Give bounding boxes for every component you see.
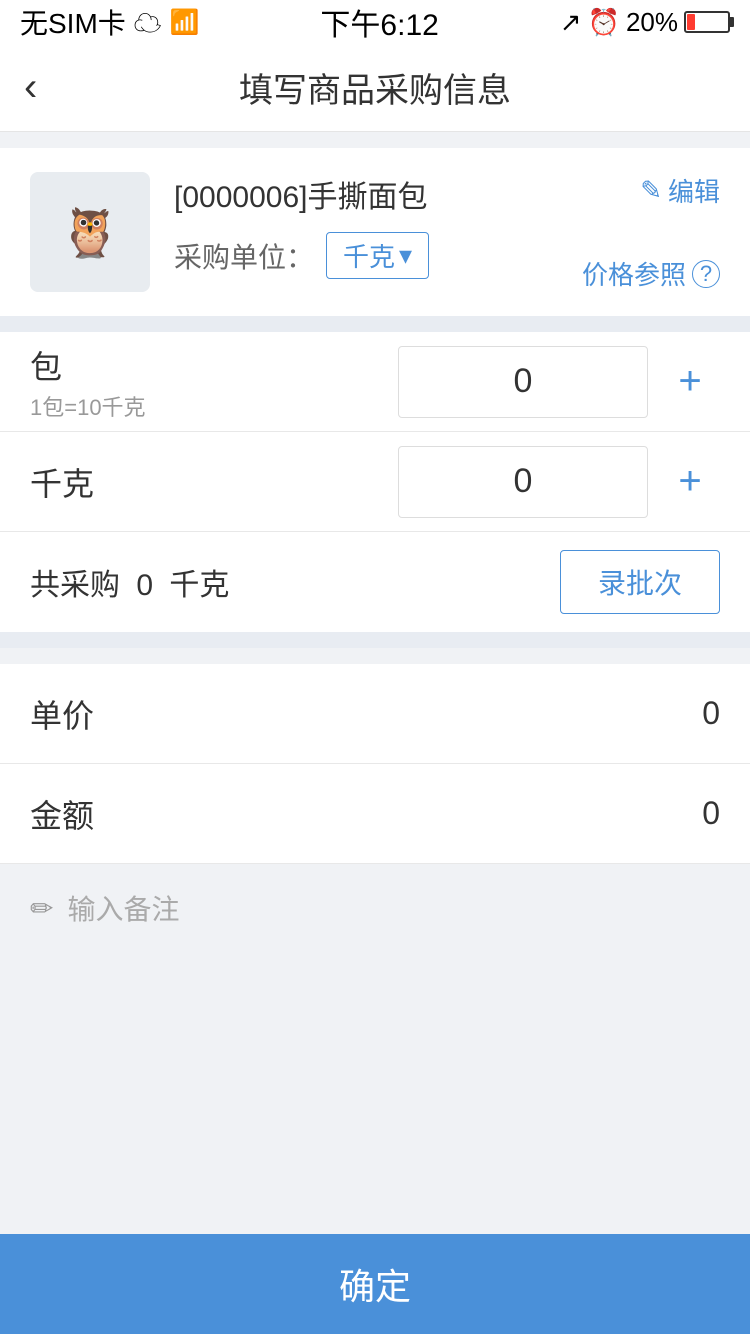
unit-price-label: 单价: [30, 691, 94, 737]
product-image: 🦉: [30, 172, 150, 292]
note-section[interactable]: ✏ 输入备注: [0, 864, 750, 952]
note-input[interactable]: 输入备注: [67, 888, 179, 928]
help-icon: ?: [692, 260, 720, 288]
nav-bar: ‹ 填写商品采购信息: [0, 44, 750, 132]
unit-value: 千克: [343, 237, 395, 274]
wifi-icon: 📶: [170, 8, 200, 37]
unit-select[interactable]: 千克 ▾: [326, 232, 429, 279]
edit-icon: ✎: [640, 175, 662, 206]
kg-input-field: 0 +: [150, 446, 720, 518]
status-right: ↗ ⏰ 20%: [560, 7, 730, 38]
bag-label-sub: 1包=10千克: [30, 390, 150, 422]
total-amount: 0: [136, 569, 153, 602]
edit-label: 编辑: [668, 172, 720, 209]
bag-plus-button[interactable]: +: [660, 352, 720, 412]
price-ref-button[interactable]: 价格参照 ?: [582, 255, 720, 292]
kg-quantity-input[interactable]: 0: [398, 446, 648, 518]
total-unit: 千克: [169, 569, 229, 602]
alarm-icon: ⏰: [588, 7, 620, 38]
kg-plus-button[interactable]: +: [660, 452, 720, 512]
product-logo: 🦉: [60, 204, 120, 261]
total-prefix: 共采购: [30, 569, 120, 602]
bag-quantity-input[interactable]: 0: [398, 346, 648, 418]
amount-row: 金额 0: [0, 764, 750, 864]
unit-price-value: 0: [702, 695, 720, 732]
bag-label-main: 包: [30, 342, 150, 388]
price-section: 单价 0 金额 0: [0, 664, 750, 864]
back-icon: ‹: [24, 65, 37, 110]
product-name: [0000006]手撕面包: [174, 172, 720, 216]
unit-price-row: 单价 0: [0, 664, 750, 764]
batch-button[interactable]: 录批次: [560, 550, 720, 614]
page-title: 填写商品采购信息: [239, 63, 511, 112]
kg-input-section: 千克 0 +: [0, 432, 750, 532]
confirm-button[interactable]: 确定: [0, 1234, 750, 1334]
bag-input-section: 包 1包=10千克 0 +: [0, 332, 750, 432]
total-row: 共采购 0 千克 录批次: [0, 532, 750, 632]
battery-percent: 20%: [626, 7, 678, 38]
location-icon: ↗: [560, 7, 582, 38]
status-time: 下午6:12: [320, 0, 438, 44]
status-left: 无SIM卡 ☁ 📶: [20, 2, 199, 42]
bag-input-row: 包 1包=10千克 0 +: [0, 332, 750, 432]
back-button[interactable]: ‹: [24, 65, 37, 110]
confirm-label: 确定: [339, 1258, 411, 1310]
bottom-spacer: [0, 952, 750, 1152]
bag-label: 包 1包=10千克: [30, 342, 150, 422]
battery-icon: [684, 11, 730, 33]
note-icon: ✏: [30, 892, 53, 925]
bag-input-field: 0 +: [150, 346, 720, 418]
product-card: 🦉 [0000006]手撕面包 采购单位： 千克 ▾ ✎ 编辑 价格参照 ?: [0, 148, 750, 316]
status-bar: 无SIM卡 ☁ 📶 下午6:12 ↗ ⏰ 20%: [0, 0, 750, 44]
chevron-down-icon: ▾: [399, 240, 412, 271]
amount-label: 金额: [30, 791, 94, 837]
section-divider-2: [0, 632, 750, 648]
price-ref-label: 价格参照: [582, 255, 686, 292]
kg-label: 千克: [30, 459, 150, 505]
section-divider-1: [0, 316, 750, 332]
unit-label: 采购单位：: [174, 236, 314, 276]
total-text: 共采购 0 千克: [30, 560, 229, 604]
edit-button[interactable]: ✎ 编辑: [640, 172, 720, 209]
no-sim-text: 无SIM卡 ☁: [20, 2, 162, 42]
kg-input-row: 千克 0 +: [0, 432, 750, 532]
kg-label-main: 千克: [30, 459, 150, 505]
amount-value: 0: [702, 795, 720, 832]
